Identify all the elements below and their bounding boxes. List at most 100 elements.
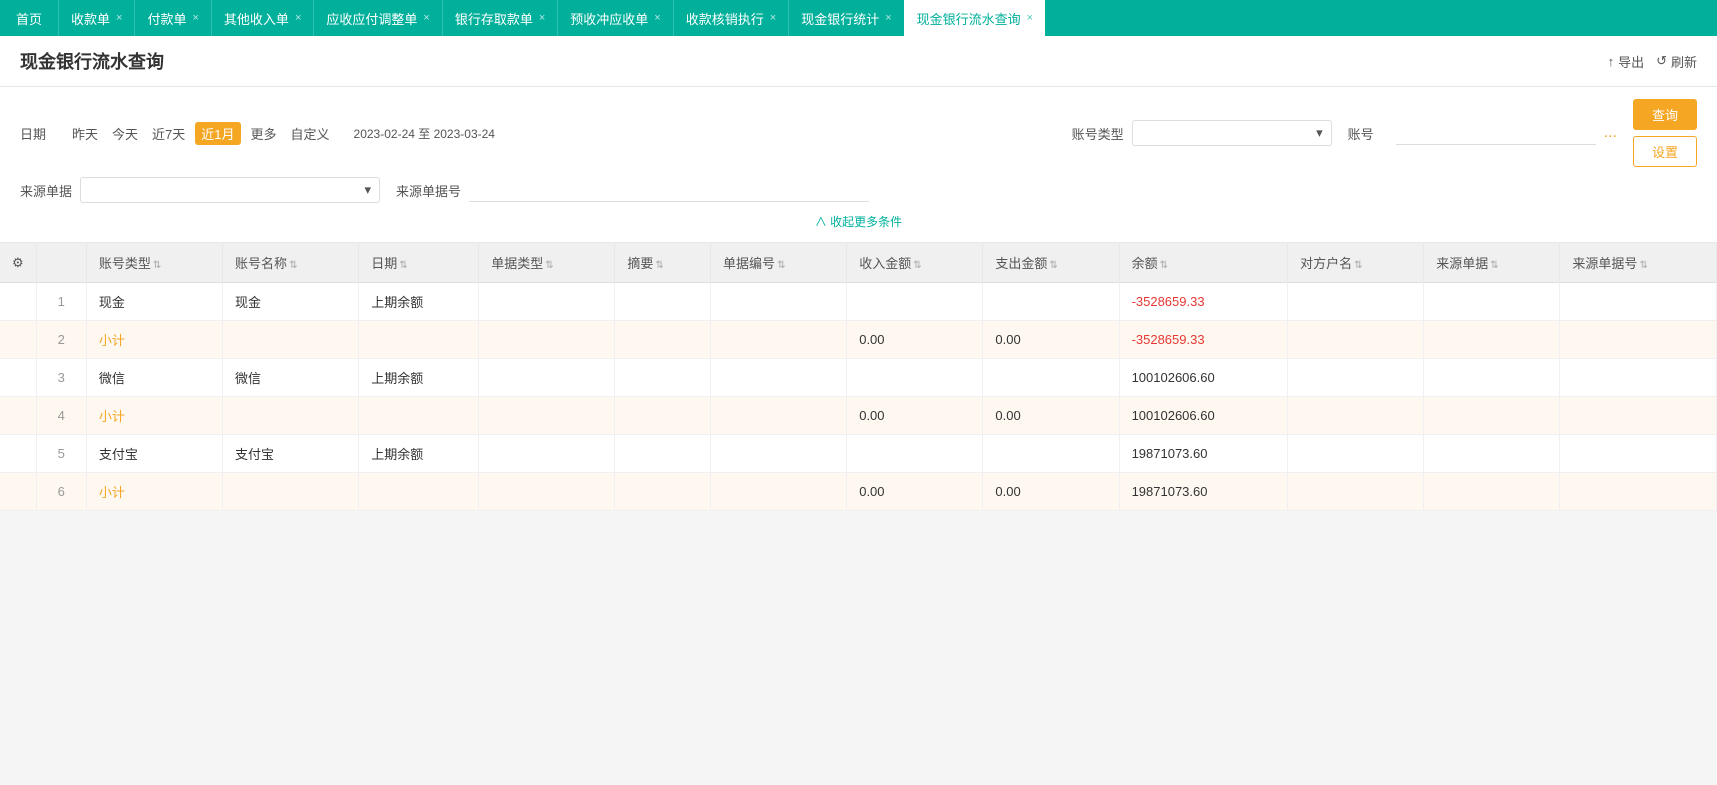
row-number: 4	[36, 397, 86, 435]
account-input[interactable]	[1396, 121, 1596, 145]
row-number: 5	[36, 435, 86, 473]
th-gear[interactable]: ⚙	[0, 243, 36, 283]
cell-source-doc	[1424, 435, 1560, 473]
sort-icon: ⇅	[655, 260, 663, 271]
cell-source-doc	[1424, 283, 1560, 321]
nav-home[interactable]: 首页	[0, 0, 58, 36]
th-account-type[interactable]: 账号类型⇅	[86, 243, 222, 283]
cell-expense: 0.00	[983, 397, 1119, 435]
source-doc-num-input[interactable]	[469, 178, 869, 202]
th-doc-num[interactable]: 单据编号⇅	[711, 243, 847, 283]
nav-tab-yingshouyingfu[interactable]: 应收应付调整单 ×	[313, 0, 441, 36]
refresh-button[interactable]: ↺ 刷新	[1656, 52, 1697, 71]
th-income[interactable]: 收入金额⇅	[847, 243, 983, 283]
sort-icon: ⇅	[777, 260, 785, 271]
cell-income: 0.00	[847, 473, 983, 511]
cell-account-type: 支付宝	[86, 435, 222, 473]
cell-counterparty	[1288, 473, 1424, 511]
collapse-bar[interactable]: ∧ 收起更多条件	[20, 213, 1697, 230]
close-icon[interactable]: ×	[539, 12, 545, 24]
nav-tab-shoudan[interactable]: 收款单 ×	[58, 0, 134, 36]
table-row: 6 小计 0.00 0.00 19871073.60	[0, 473, 1717, 511]
th-date[interactable]: 日期⇅	[359, 243, 479, 283]
cell-date	[359, 321, 479, 359]
chevron-down-icon-2: ▾	[364, 182, 371, 198]
nav-tab-yushou[interactable]: 预收冲应收单 ×	[557, 0, 672, 36]
cell-doc-type	[479, 435, 615, 473]
account-dots-button[interactable]: ...	[1604, 124, 1617, 142]
cell-account-type: 小计	[86, 397, 222, 435]
sort-icon: ⇅	[1160, 260, 1168, 271]
cell-date	[359, 473, 479, 511]
cell-counterparty	[1288, 283, 1424, 321]
th-source-doc-num[interactable]: 来源单据号⇅	[1560, 243, 1717, 283]
cell-summary	[615, 359, 711, 397]
cell-balance: 100102606.60	[1119, 359, 1288, 397]
th-source-doc[interactable]: 来源单据⇅	[1424, 243, 1560, 283]
nav-tab-xianjinyinhang[interactable]: 现金银行统计 ×	[788, 0, 903, 36]
cell-counterparty	[1288, 397, 1424, 435]
th-rownum	[36, 243, 86, 283]
close-icon[interactable]: ×	[885, 12, 891, 24]
th-account-name[interactable]: 账号名称⇅	[223, 243, 359, 283]
nav-tab-fukuan[interactable]: 付款单 ×	[134, 0, 210, 36]
export-button[interactable]: ↑ 导出	[1608, 52, 1645, 71]
cell-summary	[615, 397, 711, 435]
cell-source-doc-num	[1560, 397, 1717, 435]
th-doc-type[interactable]: 单据类型⇅	[479, 243, 615, 283]
date-option-today[interactable]: 今天	[108, 122, 142, 145]
nav-tab-yinhangcunqu[interactable]: 银行存取款单 ×	[442, 0, 557, 36]
cell-doc-num	[711, 435, 847, 473]
sort-icon: ⇅	[545, 260, 553, 271]
cell-doc-type	[479, 473, 615, 511]
source-doc-label: 来源单据	[20, 181, 72, 200]
close-icon[interactable]: ×	[423, 12, 429, 24]
cell-source-doc	[1424, 397, 1560, 435]
cell-income: 0.00	[847, 321, 983, 359]
cell-expense	[983, 283, 1119, 321]
th-balance[interactable]: 余额⇅	[1119, 243, 1288, 283]
cell-income: 0.00	[847, 397, 983, 435]
th-expense[interactable]: 支出金额⇅	[983, 243, 1119, 283]
query-button[interactable]: 查询	[1633, 99, 1697, 130]
nav-tab-qita[interactable]: 其他收入单 ×	[211, 0, 313, 36]
nav-tab-liushui[interactable]: 现金银行流水查询 ×	[904, 0, 1045, 36]
th-summary[interactable]: 摘要⇅	[615, 243, 711, 283]
nav-tab-shoukuanhexiao[interactable]: 收款核销执行 ×	[673, 0, 788, 36]
cell-source-doc	[1424, 359, 1560, 397]
cell-summary	[615, 283, 711, 321]
cell-source-doc-num	[1560, 283, 1717, 321]
cell-balance: 100102606.60	[1119, 397, 1288, 435]
date-option-1month[interactable]: 近1月	[195, 122, 240, 145]
close-icon[interactable]: ×	[770, 12, 776, 24]
date-option-more[interactable]: 更多	[247, 122, 281, 145]
table-header-row: ⚙ 账号类型⇅ 账号名称⇅ 日期⇅ 单据类型⇅ 摘要⇅ 单据编号⇅ 收入金额⇅ …	[0, 243, 1717, 283]
filter-row-source: 来源单据 ▾ 来源单据号	[20, 177, 1697, 203]
account-type-select[interactable]: ▾	[1132, 120, 1332, 146]
date-option-7days[interactable]: 近7天	[148, 122, 189, 145]
cell-date: 上期余额	[359, 359, 479, 397]
date-option-custom[interactable]: 自定义	[287, 122, 334, 145]
settings-button[interactable]: 设置	[1633, 136, 1697, 167]
cell-account-name	[223, 321, 359, 359]
close-icon[interactable]: ×	[116, 12, 122, 24]
top-nav: 首页 收款单 × 付款单 × 其他收入单 × 应收应付调整单 × 银行存取款单 …	[0, 0, 1717, 36]
table-row: 1 现金 现金 上期余额 -3528659.33	[0, 283, 1717, 321]
close-icon[interactable]: ×	[1027, 12, 1033, 24]
source-doc-select[interactable]: ▾	[80, 177, 380, 203]
table-row: 5 支付宝 支付宝 上期余额 19871073.60	[0, 435, 1717, 473]
close-icon[interactable]: ×	[192, 12, 198, 24]
row-gear	[0, 473, 36, 511]
th-counterparty[interactable]: 对方户名⇅	[1288, 243, 1424, 283]
date-option-yesterday[interactable]: 昨天	[68, 122, 102, 145]
refresh-icon: ↺	[1656, 53, 1667, 69]
account-type-label: 账号类型	[1072, 124, 1124, 143]
cell-doc-type	[479, 321, 615, 359]
sort-icon: ⇅	[1490, 260, 1498, 271]
close-icon[interactable]: ×	[654, 12, 660, 24]
cell-source-doc-num	[1560, 435, 1717, 473]
export-icon: ↑	[1608, 54, 1615, 69]
cell-account-name: 支付宝	[223, 435, 359, 473]
cell-source-doc	[1424, 473, 1560, 511]
close-icon[interactable]: ×	[295, 12, 301, 24]
